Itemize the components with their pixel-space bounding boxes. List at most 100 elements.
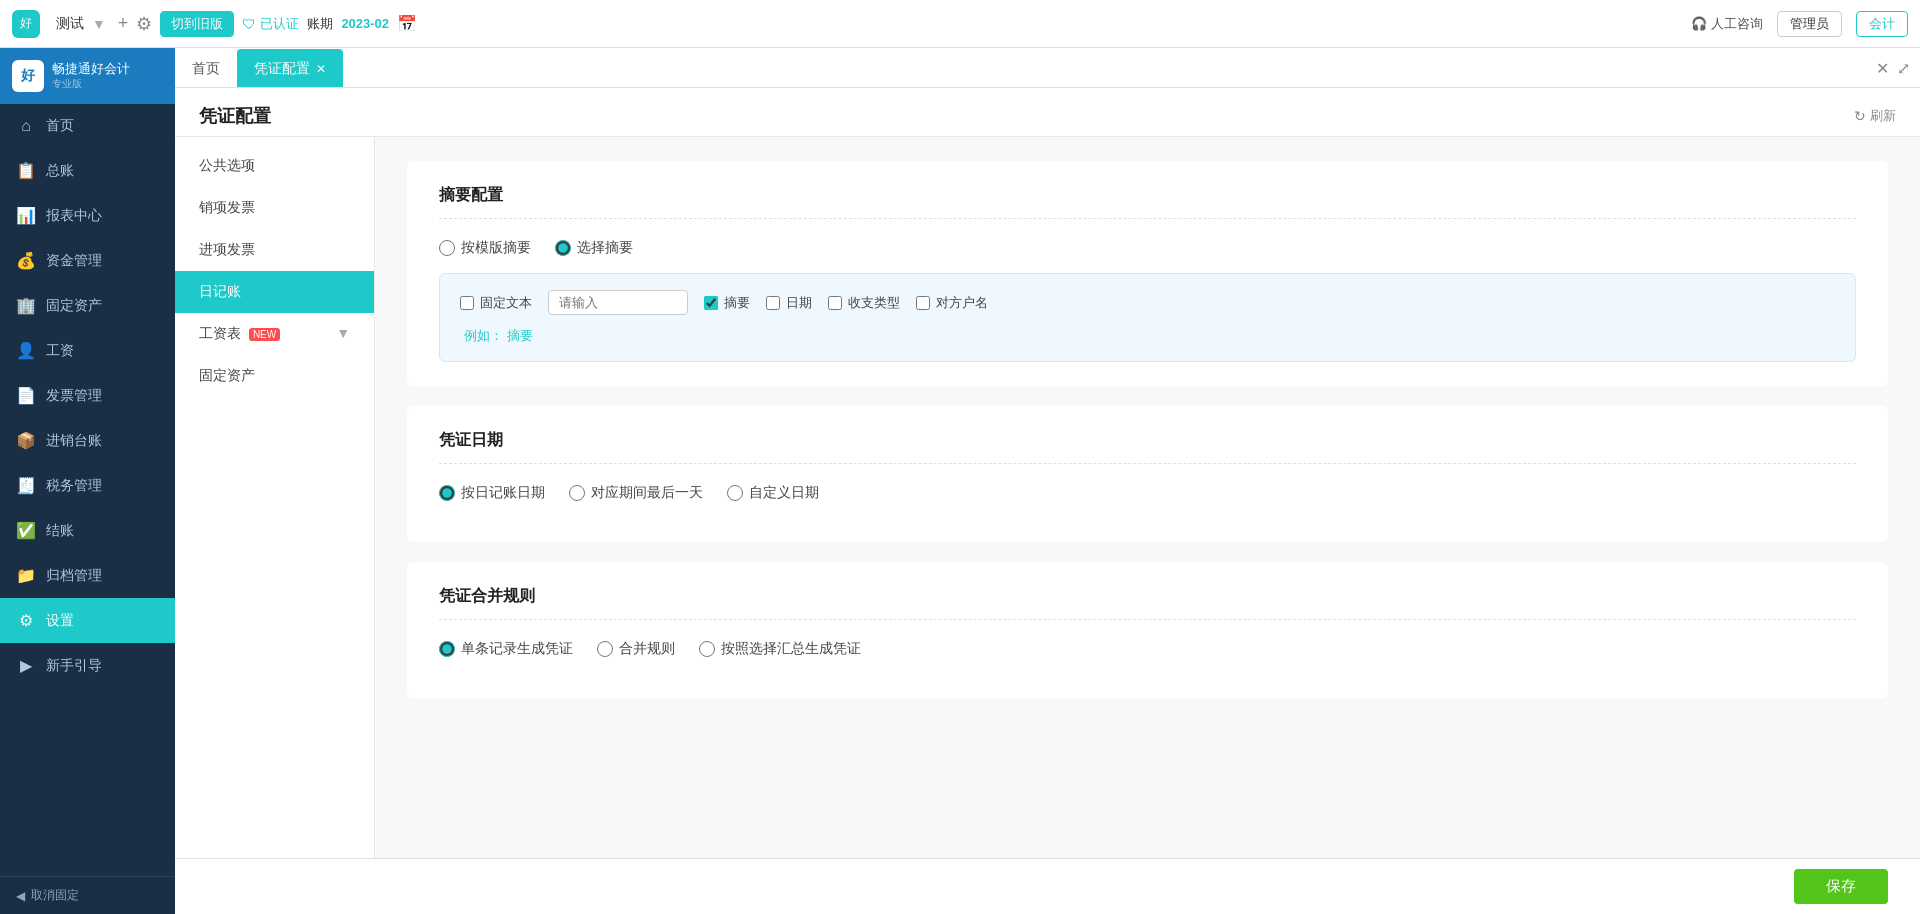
sidebar-item-invoices[interactable]: 📄 发票管理 <box>0 373 175 418</box>
journal-date-option[interactable]: 按日记账日期 <box>439 484 545 502</box>
refresh-btn[interactable]: ↻ 刷新 <box>1854 107 1896 125</box>
select-summary-option[interactable]: 选择摘要 <box>555 239 633 257</box>
tab-close-btn[interactable]: ✕ <box>316 62 326 76</box>
sidebar-cancel-pin[interactable]: ◀ 取消固定 <box>0 876 175 914</box>
shield-icon: 🛡 <box>242 16 256 32</box>
merge-section: 凭证合并规则 单条记录生成凭证 合并规则 <box>407 562 1888 698</box>
summary-generate-option[interactable]: 按照选择汇总生成凭证 <box>699 640 861 658</box>
single-record-radio[interactable] <box>439 641 455 657</box>
sidebar-icon-tax: 🧾 <box>16 476 36 495</box>
manager-btn[interactable]: 管理员 <box>1777 11 1842 37</box>
left-nav-item-journal[interactable]: 日记账 <box>175 271 374 313</box>
fixed-text-input[interactable] <box>548 290 688 315</box>
journal-date-radio[interactable] <box>439 485 455 501</box>
refresh-icon: ↻ <box>1854 108 1866 124</box>
single-record-option[interactable]: 单条记录生成凭证 <box>439 640 573 658</box>
date-section-title: 凭证日期 <box>439 430 1856 464</box>
merge-rules-radio[interactable] <box>597 641 613 657</box>
merge-rules-option[interactable]: 合并规则 <box>597 640 675 658</box>
date-checkbox-item[interactable]: 日期 <box>766 294 812 312</box>
certified-badge: 🛡 已认证 <box>242 15 299 33</box>
sidebar-label-ledger: 总账 <box>46 162 74 180</box>
sidebar-item-settings[interactable]: ⚙ 设置 <box>0 598 175 643</box>
custom-date-option[interactable]: 自定义日期 <box>727 484 819 502</box>
sidebar-item-tax[interactable]: 🧾 税务管理 <box>0 463 175 508</box>
period-last-radio[interactable] <box>569 485 585 501</box>
summary-checkbox[interactable] <box>704 296 718 310</box>
example-text: 例如： 摘要 <box>460 327 1835 345</box>
date-radio-group: 按日记账日期 对应期间最后一天 自定义日期 <box>439 484 1856 502</box>
template-summary-radio[interactable] <box>439 240 455 256</box>
fixed-text-checkbox-item[interactable]: 固定文本 <box>460 294 532 312</box>
sidebar-scroll: ⌂ 首页 📋 总账 📊 报表中心 💰 资金管理 🏢 固定资产 👤 工资 📄 发票… <box>0 104 175 876</box>
sidebar-icon-invoices: 📄 <box>16 386 36 405</box>
sidebar-label-salary: 工资 <box>46 342 74 360</box>
page-footer: 保存 <box>175 858 1920 914</box>
payment-type-checkbox[interactable] <box>828 296 842 310</box>
tab-home[interactable]: 首页 <box>175 49 237 87</box>
sidebar-icon-home: ⌂ <box>16 117 36 135</box>
sidebar-label-archive: 归档管理 <box>46 567 102 585</box>
config-content: 摘要配置 按模版摘要 选择摘要 <box>375 137 1920 858</box>
calendar-icon[interactable]: 📅 <box>397 14 417 33</box>
sidebar: 好 畅捷通好会计 专业版 ⌂ 首页 📋 总账 📊 报表中心 💰 资金管理 🏢 固… <box>0 48 175 914</box>
switch-old-btn[interactable]: 切到旧版 <box>160 11 234 37</box>
sidebar-icon-assets: 🏢 <box>16 296 36 315</box>
logo-name: 畅捷通好会计 <box>52 61 130 78</box>
sidebar-item-funds[interactable]: 💰 资金管理 <box>0 238 175 283</box>
sidebar-label-guide: 新手引导 <box>46 657 102 675</box>
counterpart-checkbox[interactable] <box>916 296 930 310</box>
top-logo-icon: 好 <box>12 10 40 38</box>
tab-voucher-config[interactable]: 凭证配置 ✕ <box>237 49 343 87</box>
expand-tab-action[interactable]: ⤢ <box>1897 58 1910 77</box>
custom-date-radio[interactable] <box>727 485 743 501</box>
sidebar-item-reports[interactable]: 📊 报表中心 <box>0 193 175 238</box>
save-button[interactable]: 保存 <box>1794 869 1888 904</box>
logo-icon: 好 <box>12 60 44 92</box>
sidebar-icon-reports: 📊 <box>16 206 36 225</box>
summary-radio-group: 按模版摘要 选择摘要 <box>439 239 1856 257</box>
left-nav-item-public[interactable]: 公共选项 <box>175 145 374 187</box>
sidebar-label-invoices: 发票管理 <box>46 387 102 405</box>
select-summary-radio[interactable] <box>555 240 571 256</box>
close-tab-action[interactable]: ✕ <box>1876 58 1889 77</box>
sidebar-item-guide[interactable]: ▶ 新手引导 <box>0 643 175 688</box>
sidebar-icon-settings: ⚙ <box>16 611 36 630</box>
summary-section: 摘要配置 按模版摘要 选择摘要 <box>407 161 1888 386</box>
company-name: 测试 <box>56 15 84 33</box>
counterpart-checkbox-item[interactable]: 对方户名 <box>916 294 988 312</box>
top-bar-left: 好 测试 ▼ + ⚙ 切到旧版 🛡 已认证 账期 2023-02 📅 <box>12 10 1681 38</box>
period-last-option[interactable]: 对应期间最后一天 <box>569 484 703 502</box>
left-nav-item-salary-table[interactable]: 工资表 NEW ▼ <box>175 313 374 355</box>
summary-options-row: 固定文本 摘要 日期 <box>460 290 1835 315</box>
sidebar-item-checkout[interactable]: ✅ 结账 <box>0 508 175 553</box>
date-checkbox[interactable] <box>766 296 780 310</box>
consulting-link[interactable]: 🎧 人工咨询 <box>1691 15 1763 33</box>
sidebar-item-salary[interactable]: 👤 工资 <box>0 328 175 373</box>
fixed-text-checkbox[interactable] <box>460 296 474 310</box>
tab-voucher-config-label: 凭证配置 <box>254 60 310 78</box>
sidebar-item-archive[interactable]: 📁 归档管理 <box>0 553 175 598</box>
sidebar-item-assets[interactable]: 🏢 固定资产 <box>0 283 175 328</box>
settings-icon[interactable]: ⚙ <box>136 13 152 35</box>
add-company-btn[interactable]: + <box>118 13 129 34</box>
sidebar-item-ledger[interactable]: 📋 总账 <box>0 148 175 193</box>
summary-checkbox-item[interactable]: 摘要 <box>704 294 750 312</box>
template-summary-option[interactable]: 按模版摘要 <box>439 239 531 257</box>
sidebar-label-funds: 资金管理 <box>46 252 102 270</box>
tabs-actions: ✕ ⤢ <box>1876 58 1910 77</box>
sidebar-label-home: 首页 <box>46 117 74 135</box>
left-nav-item-purchase[interactable]: 进项发票 <box>175 229 374 271</box>
sidebar-item-home[interactable]: ⌂ 首页 <box>0 104 175 148</box>
summary-generate-radio[interactable] <box>699 641 715 657</box>
company-dropdown-icon[interactable]: ▼ <box>92 16 106 32</box>
payment-type-checkbox-item[interactable]: 收支类型 <box>828 294 900 312</box>
left-nav-item-sales[interactable]: 销项发票 <box>175 187 374 229</box>
arrow-icon: ▼ <box>336 325 350 341</box>
sidebar-icon-checkout: ✅ <box>16 521 36 540</box>
headphone-icon: 🎧 <box>1691 16 1707 31</box>
left-nav-item-fixed-assets[interactable]: 固定资产 <box>175 355 374 397</box>
accountant-btn[interactable]: 会计 <box>1856 11 1908 37</box>
sidebar-item-inventory[interactable]: 📦 进销台账 <box>0 418 175 463</box>
page-content: 凭证配置 ↻ 刷新 公共选项销项发票进项发票日记账工资表 NEW ▼固定资产 摘… <box>175 88 1920 914</box>
